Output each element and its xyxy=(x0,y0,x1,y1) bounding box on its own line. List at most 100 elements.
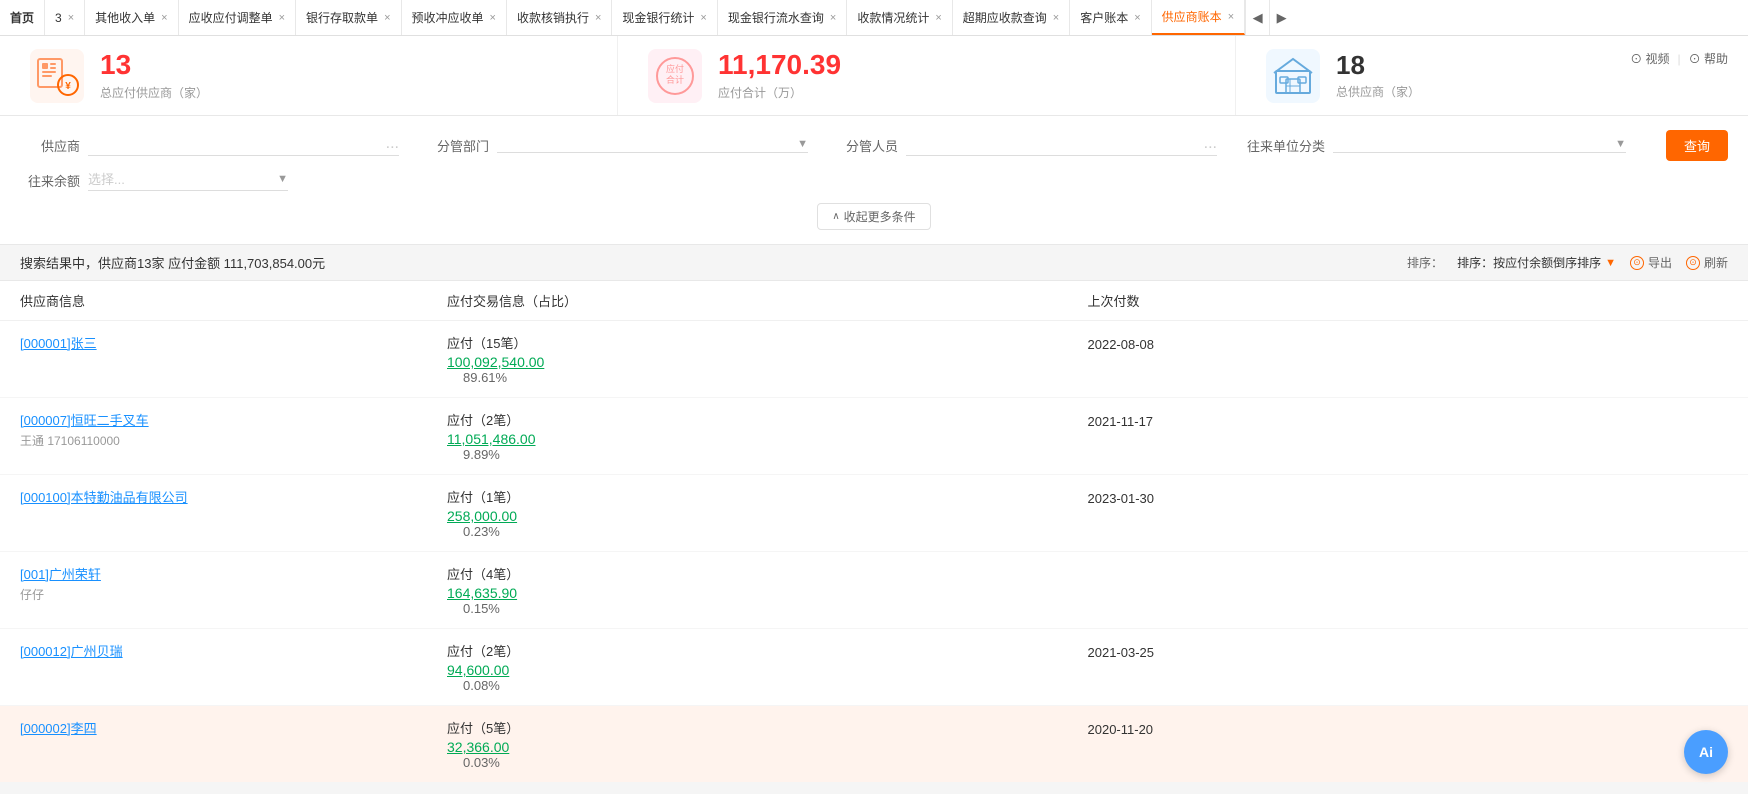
person-input[interactable] xyxy=(906,137,1204,152)
video-link[interactable]: ⊙ 视频 xyxy=(1630,50,1669,67)
close-icon[interactable]: × xyxy=(595,12,601,24)
supplier-link-1[interactable]: [000007]恒旺二手叉车 xyxy=(20,413,149,428)
close-icon[interactable]: × xyxy=(1053,12,1059,24)
collapse-section: ∧ 收起更多条件 xyxy=(20,199,1728,234)
stat-suppliers-payable-number: 13 xyxy=(100,50,208,81)
tx-amount-1[interactable]: 11,051,486.00 xyxy=(447,431,1088,447)
supplier-link-0[interactable]: [000001]张三 xyxy=(20,336,97,351)
nav-tab-ar-ap-adjust[interactable]: 应收应付调整单 × xyxy=(179,0,296,35)
svg-text:应付: 应付 xyxy=(666,63,684,74)
close-icon[interactable]: × xyxy=(935,12,941,24)
nav-tab-home-label: 首页 xyxy=(10,9,34,26)
refresh-button[interactable]: ⊙ 刷新 xyxy=(1686,254,1728,271)
close-icon[interactable]: × xyxy=(161,12,167,24)
filter-balance: 往来余额 选择... ▼ xyxy=(20,169,1728,191)
nav-tab-customer-book[interactable]: 客户账本 × xyxy=(1070,0,1151,35)
cell-supplier-1: [000007]恒旺二手叉车 王通 17106110000 xyxy=(20,410,447,449)
cell-transaction-3: 应付（4笔） 164,635.90 0.15% xyxy=(447,564,1088,616)
nav-tab-customer-book-label: 客户账本 xyxy=(1080,9,1128,26)
ai-badge[interactable]: Ai xyxy=(1684,730,1728,774)
close-icon[interactable]: × xyxy=(1228,11,1234,23)
sort-label: 排序： xyxy=(1407,254,1443,271)
nav-tab-receipt-exec[interactable]: 收款核销执行 × xyxy=(507,0,612,35)
supplier-input[interactable] xyxy=(88,137,386,152)
filter-supplier: 供应商 ... xyxy=(20,135,429,156)
sort-chevron-icon[interactable]: ▼ xyxy=(1605,257,1616,269)
cell-transaction-5: 应付（5笔） 32,366.00 0.03% xyxy=(447,718,1088,770)
tx-label-4: 应付（2笔） xyxy=(447,644,519,659)
nav-tab-home[interactable]: 首页 xyxy=(0,0,45,35)
person-dots-icon[interactable]: ... xyxy=(1204,135,1217,153)
filter-dept: 分管部门 ▼ xyxy=(429,136,838,155)
close-icon[interactable]: × xyxy=(830,12,836,24)
nav-tab-receipt-exec-label: 收款核销执行 xyxy=(517,9,589,26)
chevron-down-icon: ▼ xyxy=(277,173,288,185)
close-icon[interactable]: × xyxy=(384,12,390,24)
tx-amount-3[interactable]: 164,635.90 xyxy=(447,585,1088,601)
nav-tab-3[interactable]: 3 × xyxy=(45,0,85,35)
chevron-down-icon: ▼ xyxy=(797,138,808,150)
export-button[interactable]: ⊙ 导出 xyxy=(1630,254,1672,271)
supplier-sub-1: 王通 17106110000 xyxy=(20,432,447,449)
nav-next-arrow[interactable]: ▶ xyxy=(1269,0,1293,35)
filter-row-1: 供应商 ... 分管部门 ▼ 分管人员 ... 往来单位分类 xyxy=(20,130,1728,161)
filter-person: 分管人员 ... xyxy=(838,135,1247,156)
supplier-table: 供应商信息 应付交易信息（占比） 上次付数 [000001]张三 应付（15笔）… xyxy=(0,281,1748,783)
supplier-link-4[interactable]: [000012]广州贝瑞 xyxy=(20,644,123,659)
nav-tab-cash-stat[interactable]: 现金银行统计 × xyxy=(612,0,717,35)
nav-tab-other-income[interactable]: 其他收入单 × xyxy=(85,0,178,35)
supplier-link-5[interactable]: [000002]李四 xyxy=(20,721,97,736)
collapse-button[interactable]: ∧ 收起更多条件 xyxy=(817,203,930,230)
tx-percent-0: 89.61% xyxy=(463,370,507,385)
col-header-supplier: 供应商信息 xyxy=(20,291,447,310)
balance-placeholder: 选择... xyxy=(88,169,125,188)
table-row: [000012]广州贝瑞 应付（2笔） 94,600.00 0.08% 2021… xyxy=(0,629,1748,706)
query-button[interactable]: 查询 xyxy=(1666,130,1728,161)
nav-tab-bank-deposit[interactable]: 银行存取款单 × xyxy=(296,0,401,35)
tx-percent-4: 0.08% xyxy=(463,678,500,693)
nav-tab-receipt-stat[interactable]: 收款情况统计 × xyxy=(847,0,952,35)
close-icon[interactable]: × xyxy=(1134,12,1140,24)
stat-payable-total-info: 11,170.39 应付合计（万） xyxy=(718,50,841,102)
filter-row-2: 往来余额 选择... ▼ xyxy=(20,169,1728,191)
supplier-link-2[interactable]: [000100]本特勤油品有限公司 xyxy=(20,490,188,505)
filter-supplier-input-wrap[interactable]: ... xyxy=(88,135,399,156)
nav-prev-arrow[interactable]: ◀ xyxy=(1245,0,1269,35)
tx-amount-2[interactable]: 258,000.00 xyxy=(447,508,1088,524)
nav-tab-supplier-book[interactable]: 供应商账本 × xyxy=(1152,0,1245,35)
supplier-dots-icon[interactable]: ... xyxy=(386,135,399,153)
cell-transaction-0: 应付（15笔） 100,092,540.00 89.61% xyxy=(447,333,1088,385)
stat-total-suppliers-info: 18 总供应商（家） xyxy=(1336,51,1420,101)
table-row: [000007]恒旺二手叉车 王通 17106110000 应付（2笔） 11,… xyxy=(0,398,1748,475)
refresh-icon: ⊙ xyxy=(1686,256,1700,270)
supplier-link-3[interactable]: [001]广州荣轩 xyxy=(20,567,101,582)
filter-dept-select[interactable]: ▼ xyxy=(497,138,808,153)
payable-total-icon: 应付 合计 xyxy=(648,49,702,103)
close-icon[interactable]: × xyxy=(700,12,706,24)
close-icon[interactable]: × xyxy=(279,12,285,24)
tx-amount-0[interactable]: 100,092,540.00 xyxy=(447,354,1088,370)
stat-total-suppliers-number: 18 xyxy=(1336,51,1420,80)
cell-last-pay-2: 2023-01-30 xyxy=(1088,487,1515,506)
filter-person-label: 分管人员 xyxy=(838,136,898,155)
filter-unit-type-select[interactable]: ▼ xyxy=(1333,138,1626,153)
export-icon: ⊙ xyxy=(1630,256,1644,270)
filter-person-input-wrap[interactable]: ... xyxy=(906,135,1217,156)
nav-tab-3-close[interactable]: × xyxy=(68,12,74,24)
cell-supplier-5: [000002]李四 xyxy=(20,718,447,737)
tx-amount-5[interactable]: 32,366.00 xyxy=(447,739,1088,755)
nav-tab-3-label: 3 xyxy=(55,11,62,25)
tx-amount-4[interactable]: 94,600.00 xyxy=(447,662,1088,678)
help-link[interactable]: ⊙ 帮助 xyxy=(1689,50,1728,67)
close-icon[interactable]: × xyxy=(490,12,496,24)
filter-unit-type: 往来单位分类 ▼ xyxy=(1247,136,1656,155)
tx-label-0: 应付（15笔） xyxy=(447,336,526,351)
nav-tab-overdue-ar[interactable]: 超期应收款查询 × xyxy=(953,0,1070,35)
nav-tab-prepay-ar[interactable]: 预收冲应收单 × xyxy=(402,0,507,35)
filter-balance-select[interactable]: 选择... ▼ xyxy=(88,169,288,191)
col-header-extra xyxy=(1515,291,1729,310)
export-label: 导出 xyxy=(1648,254,1672,271)
nav-tab-cash-flow[interactable]: 现金银行流水查询 × xyxy=(718,0,847,35)
stat-payable-total-label: 应付合计（万） xyxy=(718,84,841,101)
sort-value[interactable]: 排序：按应付余额倒序排序 xyxy=(1457,254,1601,271)
